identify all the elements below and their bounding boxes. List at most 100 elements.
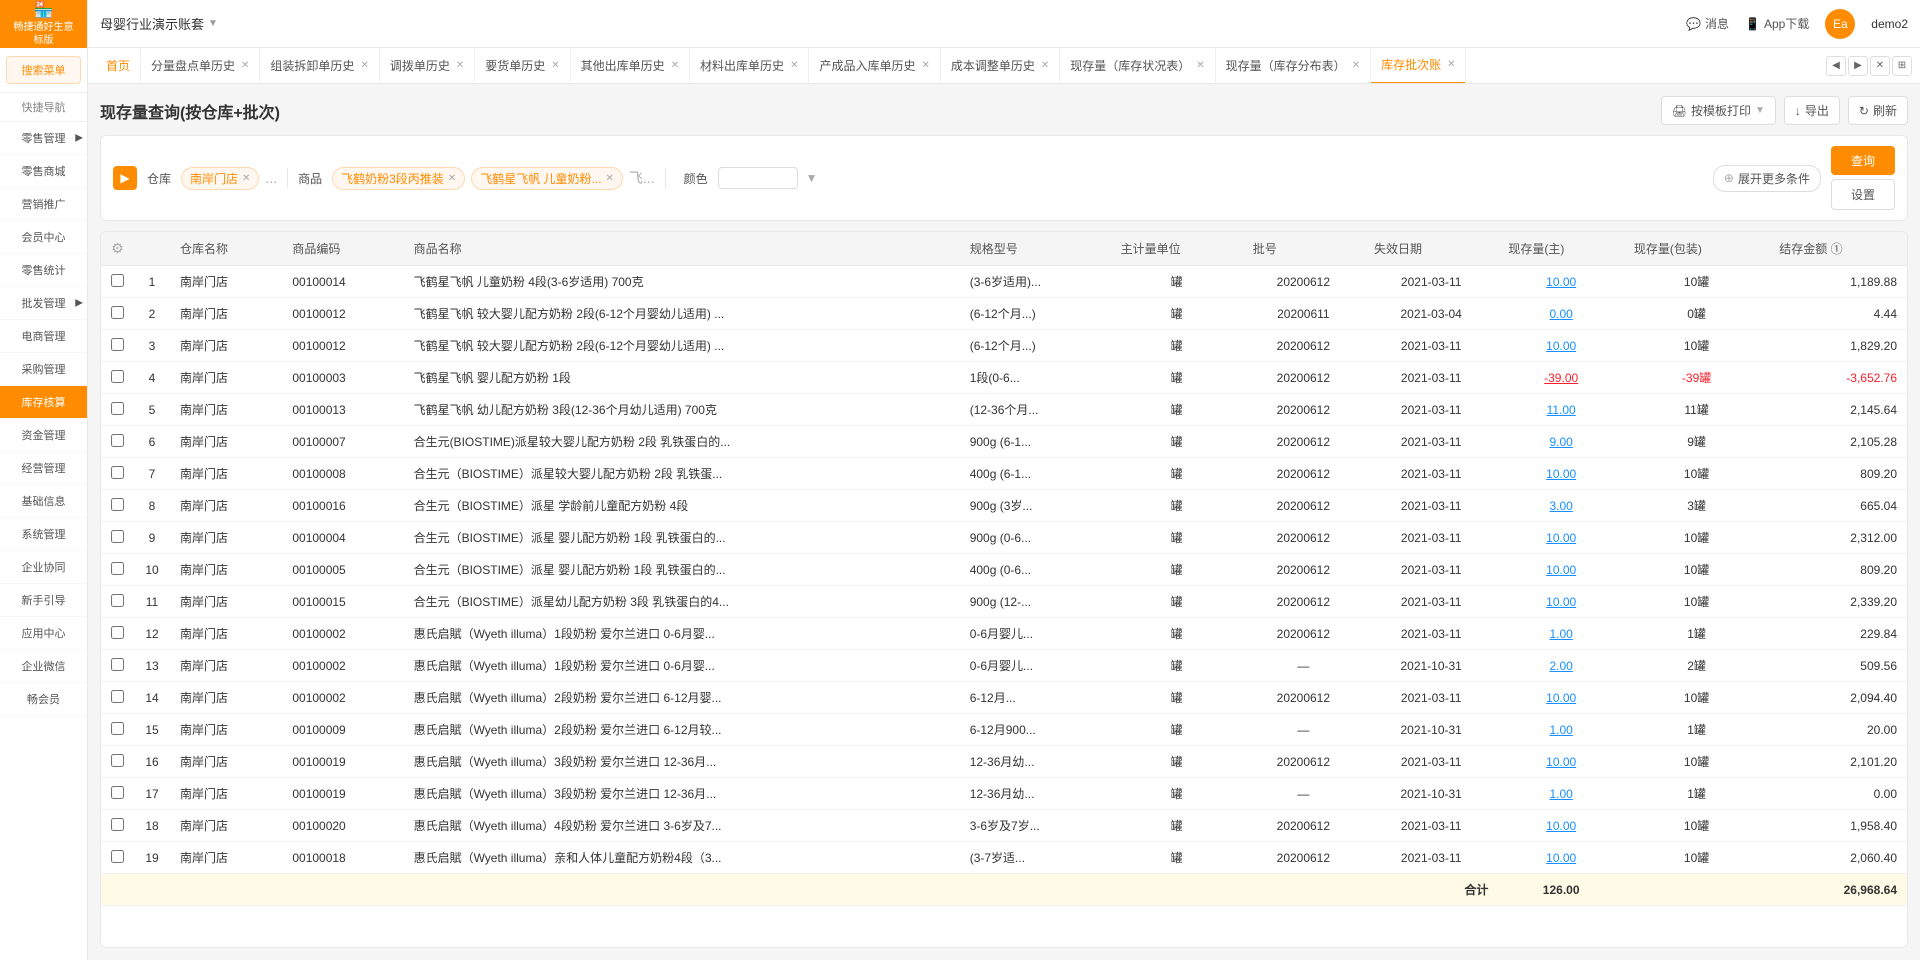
- row-checkbox[interactable]: [111, 306, 124, 319]
- account-dropdown[interactable]: 母婴行业演示账套 ▼: [100, 14, 218, 33]
- sidebar-item-retail-stat[interactable]: 零售统计: [0, 254, 87, 287]
- warehouse-tag[interactable]: 南岸门店 ✕: [181, 167, 259, 190]
- sidebar-item-operation[interactable]: 经营管理: [0, 452, 87, 485]
- product-more[interactable]: 飞...: [629, 168, 655, 188]
- sidebar-item-retail[interactable]: 零售管理▶: [0, 122, 87, 155]
- tab-stock-distribution[interactable]: 现存量（库存分布表）✕: [1216, 48, 1371, 84]
- sidebar-item-member-ship[interactable]: 畅会员: [0, 683, 87, 716]
- product-tag-1[interactable]: 飞鹤星飞帆 儿童奶粉...✕: [471, 167, 623, 190]
- product-tag-close-1[interactable]: ✕: [606, 173, 614, 184]
- tab-material-out-history[interactable]: 材料出库单历史✕: [690, 48, 809, 84]
- row-checkbox[interactable]: [111, 274, 124, 287]
- topbar-message[interactable]: 💬 消息: [1686, 15, 1729, 32]
- sidebar-item-basic[interactable]: 基础信息: [0, 485, 87, 518]
- tab-close-cost-adjust-history[interactable]: ✕: [1041, 60, 1049, 71]
- tab-label-cost-adjust-history: 成本调整单历史: [951, 57, 1035, 74]
- sidebar-item-retail-shop[interactable]: 零售商城: [0, 155, 87, 188]
- row-checkbox[interactable]: [111, 370, 124, 383]
- tab-request-goods-history[interactable]: 要货单历史✕: [475, 48, 570, 84]
- row-checkbox[interactable]: [111, 466, 124, 479]
- product-tag-0[interactable]: 飞鹤奶粉3段丙推装✕: [332, 167, 465, 190]
- sidebar-item-member[interactable]: 会员中心: [0, 221, 87, 254]
- filter-toggle-button[interactable]: ▶: [113, 166, 137, 190]
- sidebar-item-ecommerce[interactable]: 电商管理: [0, 320, 87, 353]
- topbar-app-download[interactable]: 📱 App下载: [1745, 15, 1809, 32]
- row-checkbox[interactable]: [111, 754, 124, 767]
- sidebar-item-wholesale[interactable]: 批发管理▶: [0, 287, 87, 320]
- sidebar-item-marketing[interactable]: 营销推广: [0, 188, 87, 221]
- warehouse-more[interactable]: ...: [265, 170, 277, 186]
- color-input[interactable]: [718, 167, 798, 189]
- tab-close-request-goods-history[interactable]: ✕: [551, 60, 559, 71]
- tab-close-split-inventory-history[interactable]: ✕: [241, 60, 249, 71]
- tab-home[interactable]: 首页: [96, 48, 141, 84]
- warehouse-tag-close[interactable]: ✕: [242, 173, 250, 184]
- row-checkbox[interactable]: [111, 434, 124, 447]
- tab-prev-arrow[interactable]: ◀: [1826, 56, 1846, 76]
- row-checkbox[interactable]: [111, 338, 124, 351]
- product-tag-close-0[interactable]: ✕: [448, 173, 456, 184]
- tab-label-home: 首页: [106, 57, 130, 74]
- tab-batch-voucher[interactable]: 库存批次账✕: [1371, 48, 1466, 84]
- tab-close-batch-voucher[interactable]: ✕: [1447, 59, 1455, 70]
- tab-close-material-out-history[interactable]: ✕: [790, 60, 798, 71]
- tab-expand[interactable]: ⊞: [1892, 56, 1912, 76]
- row-checkbox[interactable]: [111, 786, 124, 799]
- table-body: 1南岸门店00100014飞鹤星飞帆 儿童奶粉 4段(3-6岁适用) 700克(…: [101, 266, 1907, 906]
- row-checkbox[interactable]: [111, 626, 124, 639]
- tab-product-in-history[interactable]: 产成品入库单历史✕: [809, 48, 940, 84]
- row-checkbox[interactable]: [111, 498, 124, 511]
- username-label[interactable]: demo2: [1871, 17, 1908, 31]
- sidebar-item-enterprise[interactable]: 企业协同: [0, 551, 87, 584]
- tab-allocate-history[interactable]: 调拨单历史✕: [380, 48, 475, 84]
- sidebar-search-button[interactable]: 搜索菜单: [6, 56, 81, 84]
- refresh-label: 刷新: [1873, 102, 1897, 119]
- tab-close-disassemble-history[interactable]: ✕: [360, 60, 368, 71]
- color-dropdown-arrow[interactable]: ▼: [806, 171, 818, 185]
- sidebar-item-enterprise-wx[interactable]: 企业微信: [0, 650, 87, 683]
- tab-close-product-in-history[interactable]: ✕: [921, 60, 929, 71]
- setting-button[interactable]: 设置: [1831, 179, 1895, 210]
- tab-close-stock-distribution[interactable]: ✕: [1352, 60, 1360, 71]
- sidebar-item-purchase[interactable]: 采购管理: [0, 353, 87, 386]
- footer-cell-11: 26,968.64: [1769, 874, 1907, 906]
- tab-stock-status[interactable]: 现存量（库存状况表）✕: [1060, 48, 1215, 84]
- tab-close-all[interactable]: ✕: [1870, 56, 1890, 76]
- th-stock-pkg: 现存量(包装): [1624, 232, 1769, 266]
- row-checkbox[interactable]: [111, 530, 124, 543]
- row-checkbox[interactable]: [111, 594, 124, 607]
- tab-split-inventory-history[interactable]: 分量盘点单历史✕: [141, 48, 260, 84]
- row-checkbox[interactable]: [111, 850, 124, 863]
- sidebar-item-guide[interactable]: 新手引导: [0, 584, 87, 617]
- app-icon: 📱: [1745, 17, 1760, 31]
- th-settings[interactable]: ⚙: [101, 232, 134, 266]
- th-warehouse: 仓库名称: [170, 232, 282, 266]
- row-checkbox[interactable]: [111, 562, 124, 575]
- sidebar-item-finance[interactable]: 资金管理: [0, 419, 87, 452]
- tab-cost-adjust-history[interactable]: 成本调整单历史 ✕: [941, 48, 1060, 84]
- tab-close-stock-status[interactable]: ✕: [1196, 60, 1204, 71]
- sidebar-item-inventory[interactable]: 库存核算: [0, 386, 87, 419]
- tab-disassemble-history[interactable]: 组装拆卸单历史✕: [260, 48, 379, 84]
- row-checkbox[interactable]: [111, 690, 124, 703]
- table-row: 3南岸门店00100012飞鹤星飞帆 较大婴儿配方奶粉 2段(6-12个月婴幼儿…: [101, 330, 1907, 362]
- row-checkbox[interactable]: [111, 722, 124, 735]
- row-checkbox[interactable]: [111, 658, 124, 671]
- print-template-button[interactable]: 🖨 按模板打印 ▼: [1661, 96, 1776, 125]
- expand-label: 展开更多条件: [1738, 170, 1810, 187]
- export-button[interactable]: ↓ 导出: [1784, 96, 1840, 125]
- sidebar-item-system[interactable]: 系统管理: [0, 518, 87, 551]
- tab-close-allocate-history[interactable]: ✕: [456, 60, 464, 71]
- tab-close-other-out-history[interactable]: ✕: [671, 60, 679, 71]
- row-checkbox[interactable]: [111, 402, 124, 415]
- refresh-button[interactable]: ↻ 刷新: [1848, 96, 1908, 125]
- column-settings-icon[interactable]: ⚙: [111, 240, 124, 256]
- tab-other-out-history[interactable]: 其他出库单历史✕: [571, 48, 690, 84]
- footer-cell-7: [1243, 874, 1364, 906]
- user-avatar[interactable]: Ea: [1825, 9, 1855, 39]
- query-button[interactable]: 查询: [1831, 146, 1895, 175]
- expand-conditions-button[interactable]: ⊕ 展开更多条件: [1713, 165, 1821, 192]
- row-checkbox[interactable]: [111, 818, 124, 831]
- tab-next-arrow[interactable]: ▶: [1848, 56, 1868, 76]
- sidebar-item-app-center[interactable]: 应用中心: [0, 617, 87, 650]
